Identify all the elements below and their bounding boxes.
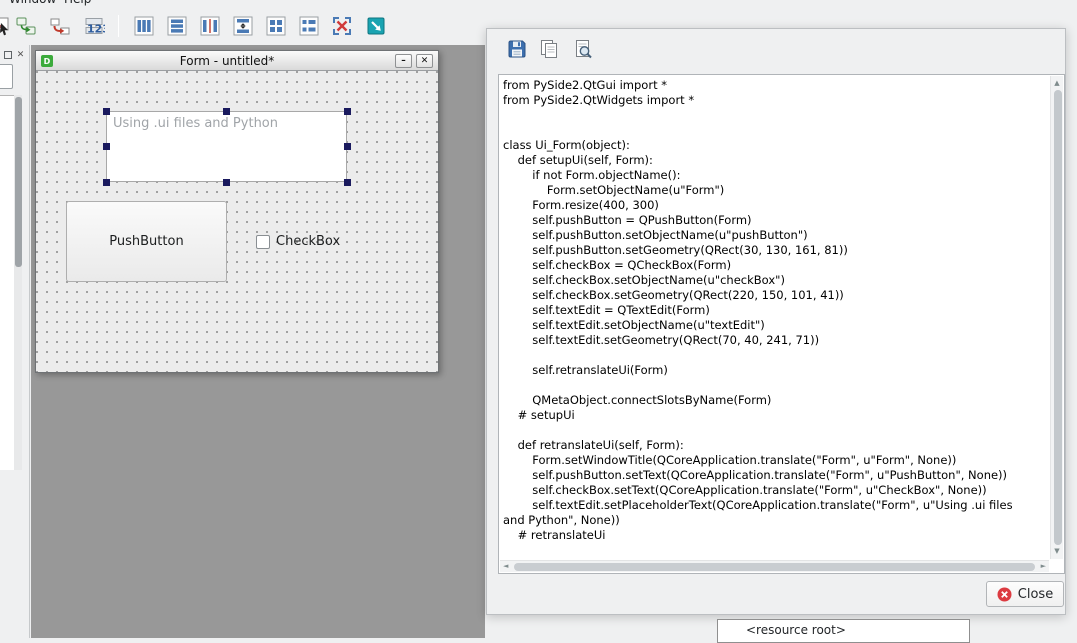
menu-window[interactable]: Window: [9, 0, 56, 6]
close-button-label: Close: [1018, 587, 1053, 602]
code-horizontal-scrollbar[interactable]: ◄ ►: [500, 560, 1049, 572]
layout-form-button[interactable]: [295, 12, 323, 40]
pushbutton-widget[interactable]: PushButton: [66, 201, 227, 282]
resize-handle-mid-right[interactable]: [344, 143, 351, 150]
break-layout-icon: [331, 15, 353, 37]
resize-handle-bottom-right[interactable]: [344, 179, 351, 186]
float-icon: [4, 51, 12, 59]
adjust-size-button[interactable]: [362, 12, 390, 40]
form-minimize-button[interactable]: –: [395, 54, 412, 68]
scroll-right-icon[interactable]: ►: [1041, 563, 1046, 570]
edit-buddies-button[interactable]: [46, 12, 74, 40]
checkbox-label: CheckBox: [276, 234, 340, 249]
close-button[interactable]: Close: [986, 581, 1064, 607]
layout-horizontal-icon: [133, 15, 155, 37]
adjust-size-icon: [365, 15, 387, 37]
form-close-button[interactable]: ✕: [416, 54, 433, 68]
edit-tab-order-button[interactable]: 123: [80, 12, 108, 40]
dock-close-button[interactable]: ✕: [15, 49, 26, 60]
checkbox-widget[interactable]: CheckBox: [256, 221, 357, 262]
find-icon: [572, 38, 594, 60]
toolbar-separator: [118, 15, 119, 37]
code-preview-window: from PySide2.QtGui import * from PySide2…: [486, 28, 1066, 615]
menu-help[interactable]: Help: [64, 0, 91, 6]
edit-signals-slots-button[interactable]: [12, 12, 40, 40]
designer-form-window: D Form - untitled* – ✕ Using .ui files a…: [35, 50, 439, 373]
textedit-widget[interactable]: Using .ui files and Python: [106, 111, 347, 182]
resize-handle-bottom-center[interactable]: [223, 179, 230, 186]
widget-box-scrollbar[interactable]: [14, 95, 22, 470]
layout-vertical-button[interactable]: [163, 12, 191, 40]
close-dialog-icon: [997, 587, 1012, 602]
resize-handle-top-left[interactable]: [103, 108, 110, 115]
widget-filter-input[interactable]: [0, 64, 13, 89]
menubar: Window Help: [0, 0, 1077, 7]
resize-handle-top-right[interactable]: [344, 108, 351, 115]
svg-text:123: 123: [87, 23, 105, 36]
scrollbar-thumb[interactable]: [514, 563, 1035, 571]
scroll-up-icon[interactable]: ▲: [1051, 80, 1063, 87]
form-title-bar[interactable]: D Form - untitled* – ✕: [36, 51, 438, 71]
layout-vertical-icon: [166, 15, 188, 37]
layout-vertical-splitter-icon: [232, 15, 254, 37]
layout-horizontal-splitter-button[interactable]: [196, 12, 224, 40]
form-file-icon: D: [41, 55, 53, 67]
code-vertical-scrollbar[interactable]: ▲ ▼: [1050, 76, 1063, 559]
edit-signals-slots-icon: [15, 15, 37, 37]
layout-horizontal-button[interactable]: [130, 12, 158, 40]
edit-buddies-icon: [49, 15, 71, 37]
dock-float-button[interactable]: [2, 49, 13, 60]
scrollbar-thumb[interactable]: [1054, 90, 1062, 545]
copy-icon: [538, 38, 560, 60]
copy-button[interactable]: [535, 35, 563, 63]
pushbutton-label: PushButton: [109, 234, 183, 249]
save-button[interactable]: [503, 35, 531, 63]
layout-horizontal-splitter-icon: [199, 15, 221, 37]
textedit-placeholder: Using .ui files and Python: [107, 112, 346, 135]
resize-handle-bottom-left[interactable]: [103, 179, 110, 186]
mdi-area: D Form - untitled* – ✕ Using .ui files a…: [31, 45, 485, 638]
edit-tab-order-icon: 123: [83, 15, 105, 37]
close-icon: ✕: [17, 50, 25, 60]
save-icon: [506, 38, 528, 60]
code-text[interactable]: from PySide2.QtGui import * from PySide2…: [503, 78, 1047, 558]
widget-box-list[interactable]: [0, 95, 14, 470]
resource-root-item[interactable]: <resource root>: [746, 623, 846, 637]
scrollbar-thumb[interactable]: [15, 97, 22, 267]
checkbox-indicator[interactable]: [256, 235, 270, 249]
resize-handle-top-center[interactable]: [223, 108, 230, 115]
widget-box-dock: ✕: [0, 45, 30, 638]
resource-browser-panel: <resource root>: [717, 619, 970, 643]
form-window-title: Form - untitled*: [56, 54, 398, 68]
layout-vertical-splitter-button[interactable]: [229, 12, 257, 40]
resize-handle-mid-left[interactable]: [103, 143, 110, 150]
layout-grid-button[interactable]: [262, 12, 290, 40]
form-canvas[interactable]: Using .ui files and Python PushButton Ch…: [36, 71, 438, 372]
scroll-down-icon[interactable]: ▼: [1051, 548, 1063, 555]
find-button[interactable]: [569, 35, 597, 63]
scroll-left-icon[interactable]: ◄: [503, 563, 508, 570]
code-text-frame: from PySide2.QtGui import * from PySide2…: [498, 74, 1065, 574]
layout-grid-icon: [265, 15, 287, 37]
edit-widgets-icon: [0, 15, 11, 37]
layout-form-icon: [298, 15, 320, 37]
break-layout-button[interactable]: [328, 12, 356, 40]
